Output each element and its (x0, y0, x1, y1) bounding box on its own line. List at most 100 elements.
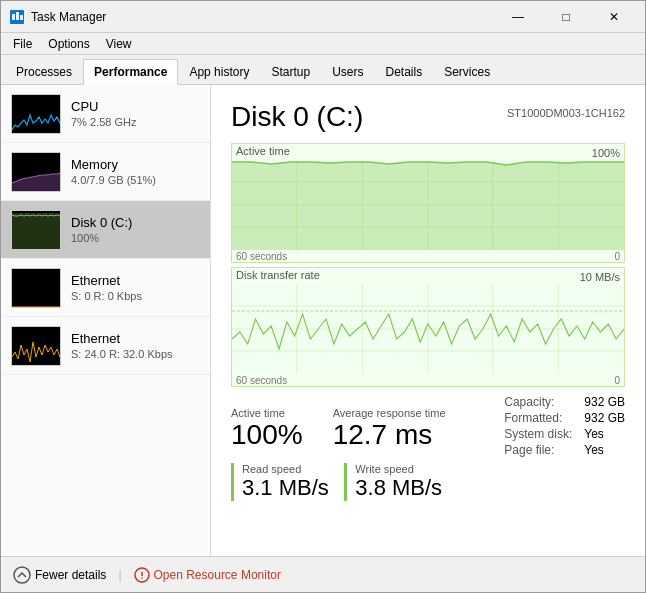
active-time-value: 100% (231, 419, 303, 451)
ethernet1-detail: S: 0 R: 0 Kbps (71, 290, 200, 302)
chart1-label: Active time (232, 142, 294, 157)
sidebar-item-ethernet1[interactable]: Ethernet S: 0 R: 0 Kbps (1, 259, 210, 317)
svg-marker-8 (12, 213, 61, 250)
cpu-detail: 7% 2.58 GHz (71, 116, 200, 128)
app-icon (9, 9, 25, 25)
sidebar-item-cpu[interactable]: CPU 7% 2.58 GHz (1, 85, 210, 143)
sidebar-item-memory[interactable]: Memory 4.0/7.9 GB (51%) (1, 143, 210, 201)
ethernet2-name: Ethernet (71, 331, 200, 346)
disk-properties: Capacity: 932 GB Formatted: 932 GB Syste… (504, 395, 625, 457)
detail-title: Disk 0 (C:) (231, 101, 363, 133)
window-title: Task Manager (31, 10, 495, 24)
bottom-separator: | (118, 568, 121, 582)
memory-info: Memory 4.0/7.9 GB (51%) (71, 157, 200, 186)
open-resource-monitor-button[interactable]: Open Resource Monitor (134, 567, 281, 583)
cpu-name: CPU (71, 99, 200, 114)
svg-rect-9 (12, 269, 61, 308)
ethernet1-thumbnail (11, 268, 61, 308)
stats-left: Active time 100% Average response time 1… (231, 395, 446, 501)
svg-rect-10 (12, 327, 61, 366)
maximize-button[interactable]: □ (543, 2, 589, 32)
system-disk-label: System disk: (504, 427, 572, 441)
title-bar: Task Manager — □ ✕ (1, 1, 645, 33)
menu-options[interactable]: Options (40, 35, 97, 53)
read-speed-value: 3.1 MB/s (242, 475, 332, 501)
cpu-thumbnail (11, 94, 61, 134)
ethernet2-info: Ethernet S: 24.0 R: 32.0 Kbps (71, 331, 200, 360)
open-monitor-label: Open Resource Monitor (154, 568, 281, 582)
tab-services[interactable]: Services (433, 58, 501, 84)
memory-detail: 4.0/7.9 GB (51%) (71, 174, 200, 186)
memory-name: Memory (71, 157, 200, 172)
active-time-stat: Active time 100% (231, 407, 303, 451)
transfer-rate-chart: Disk transfer rate 10 MB/s (231, 267, 625, 387)
disk-detail: 100% (71, 232, 200, 244)
main-content: CPU 7% 2.58 GHz Memory 4.0/7.9 GB (51%) (1, 85, 645, 556)
ethernet2-detail: S: 24.0 R: 32.0 Kbps (71, 348, 200, 360)
sidebar-item-ethernet2[interactable]: Ethernet S: 24.0 R: 32.0 Kbps (1, 317, 210, 375)
avg-response-stat: Average response time 12.7 ms (333, 407, 446, 451)
ethernet1-info: Ethernet S: 0 R: 0 Kbps (71, 273, 200, 302)
bottom-bar: Fewer details | Open Resource Monitor (1, 556, 645, 592)
chart1-time: 60 seconds 0 (232, 250, 624, 263)
write-speed-label: Write speed (355, 463, 445, 475)
speed-stats: Read speed 3.1 MB/s Write speed 3.8 MB/s (231, 463, 446, 501)
disk-info: Disk 0 (C:) 100% (71, 215, 200, 244)
chart1-time-right: 0 (614, 251, 620, 262)
sidebar: CPU 7% 2.58 GHz Memory 4.0/7.9 GB (51%) (1, 85, 211, 556)
menu-bar: File Options View (1, 33, 645, 55)
formatted-value: 932 GB (584, 411, 625, 425)
chart2-time: 60 seconds 0 (232, 374, 624, 387)
capacity-value: 932 GB (584, 395, 625, 409)
capacity-label: Capacity: (504, 395, 572, 409)
detail-subtitle: ST1000DM003-1CH162 (507, 107, 625, 119)
open-monitor-icon (134, 567, 150, 583)
memory-thumbnail (11, 152, 61, 192)
task-manager-window: Task Manager — □ ✕ File Options View Pro… (0, 0, 646, 593)
stats-section: Active time 100% Average response time 1… (231, 395, 625, 501)
read-speed-label: Read speed (242, 463, 332, 475)
svg-rect-3 (20, 15, 23, 20)
chart1-right-label: 100% (592, 147, 620, 159)
ethernet1-name: Ethernet (71, 273, 200, 288)
disk-thumbnail (11, 210, 61, 250)
menu-file[interactable]: File (5, 35, 40, 53)
page-file-label: Page file: (504, 443, 572, 457)
write-speed: Write speed 3.8 MB/s (344, 463, 445, 501)
cpu-info: CPU 7% 2.58 GHz (71, 99, 200, 128)
sidebar-item-disk[interactable]: Disk 0 (C:) 100% (1, 201, 210, 259)
chart1-time-left: 60 seconds (236, 251, 287, 262)
chart2-right-label: 10 MB/s (580, 271, 620, 283)
system-disk-value: Yes (584, 427, 625, 441)
main-stats: Active time 100% Average response time 1… (231, 407, 446, 451)
detail-panel: Disk 0 (C:) ST1000DM003-1CH162 Active ti… (211, 85, 645, 556)
svg-marker-20 (232, 162, 624, 250)
tab-details[interactable]: Details (374, 58, 433, 84)
close-button[interactable]: ✕ (591, 2, 637, 32)
tab-performance[interactable]: Performance (83, 59, 178, 85)
fewer-details-label: Fewer details (35, 568, 106, 582)
tab-startup[interactable]: Startup (260, 58, 321, 84)
avg-response-label: Average response time (333, 407, 446, 419)
tab-users[interactable]: Users (321, 58, 374, 84)
page-file-value: Yes (584, 443, 625, 457)
detail-title-block: Disk 0 (C:) (231, 101, 363, 133)
detail-header: Disk 0 (C:) ST1000DM003-1CH162 (231, 101, 625, 133)
window-controls: — □ ✕ (495, 2, 637, 32)
svg-rect-2 (16, 12, 19, 20)
minimize-button[interactable]: — (495, 2, 541, 32)
menu-view[interactable]: View (98, 35, 140, 53)
read-speed: Read speed 3.1 MB/s (231, 463, 332, 501)
tab-app-history[interactable]: App history (178, 58, 260, 84)
active-time-chart: Active time 100% (231, 143, 625, 263)
avg-response-value: 12.7 ms (333, 419, 446, 451)
formatted-label: Formatted: (504, 411, 572, 425)
svg-rect-1 (12, 14, 15, 20)
tab-bar: Processes Performance App history Startu… (1, 55, 645, 85)
write-speed-value: 3.8 MB/s (355, 475, 445, 501)
svg-point-34 (141, 577, 143, 579)
chart2-time-left: 60 seconds (236, 375, 287, 386)
svg-point-31 (14, 567, 30, 583)
fewer-details-button[interactable]: Fewer details (13, 566, 106, 584)
tab-processes[interactable]: Processes (5, 58, 83, 84)
